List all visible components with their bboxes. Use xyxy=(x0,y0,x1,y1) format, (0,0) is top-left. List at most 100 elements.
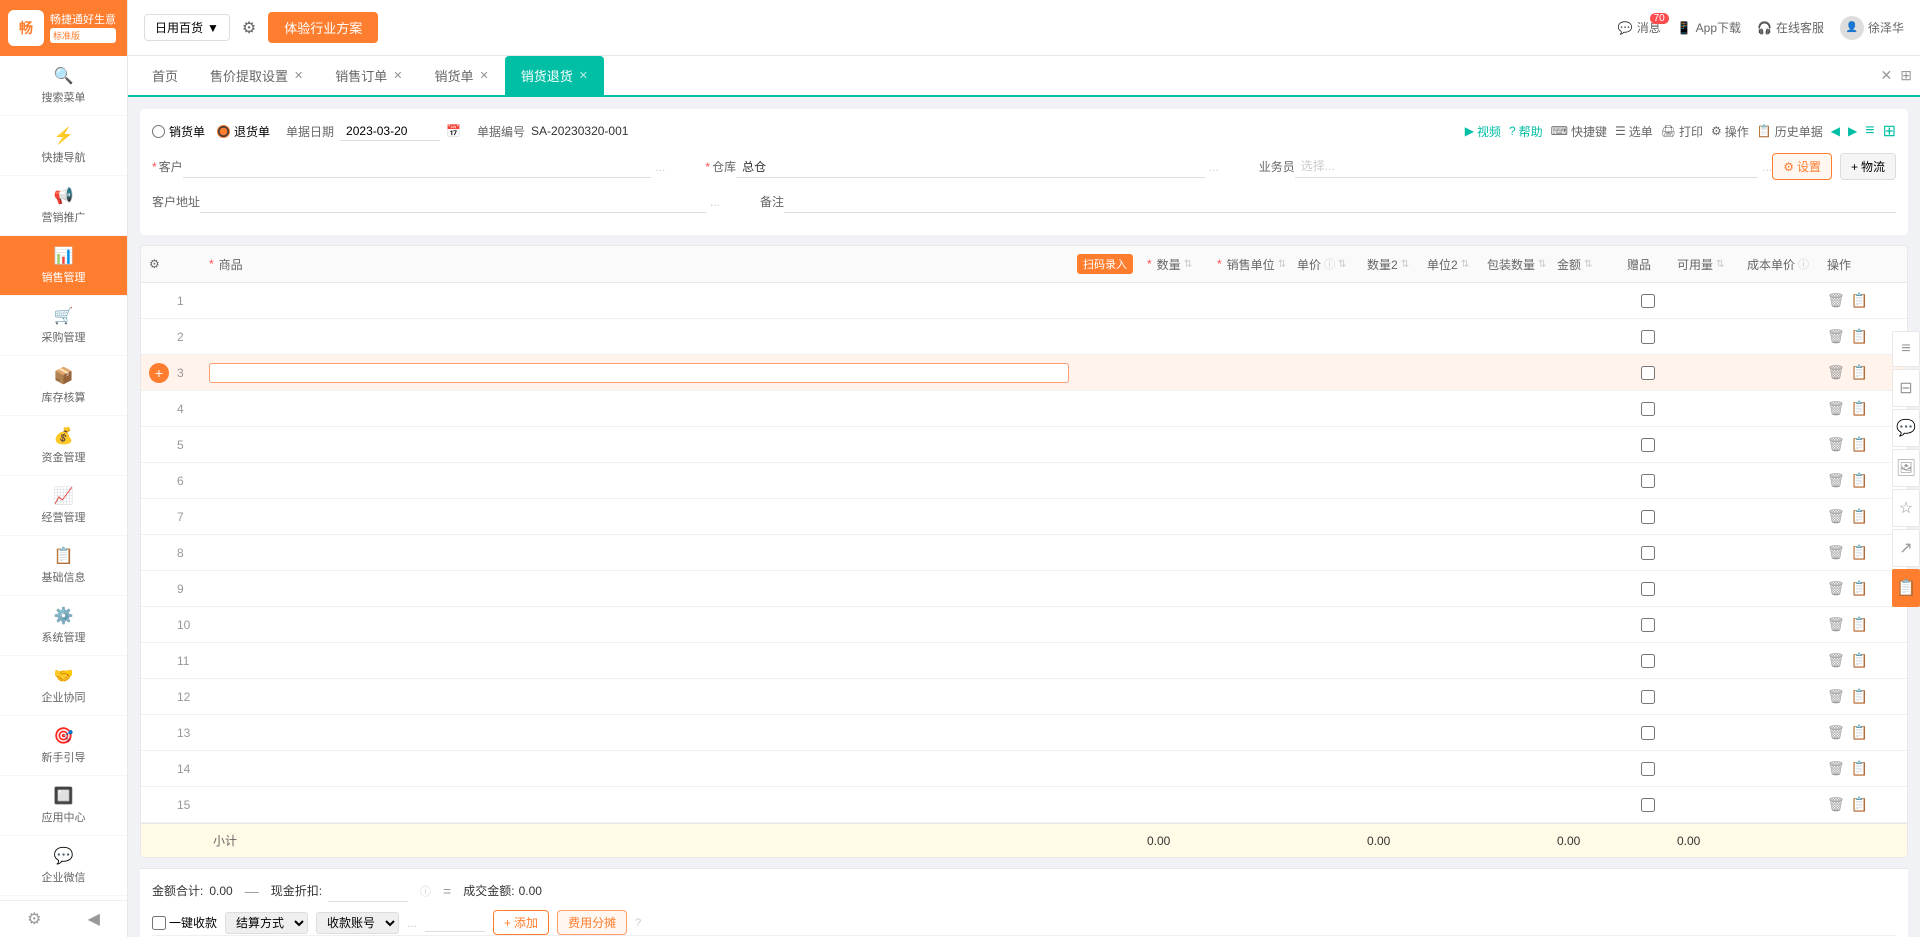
scan-input-btn[interactable]: 扫码录入 xyxy=(1077,254,1133,274)
sidebar-item-purchase[interactable]: 🛒 采购管理 xyxy=(0,296,127,356)
copy-row-1-icon[interactable]: 📋 xyxy=(1851,292,1868,309)
app-download-button[interactable]: 📱 App下载 xyxy=(1677,19,1741,36)
next-record-btn[interactable]: ▶ xyxy=(1848,124,1857,138)
delete-row-7-icon[interactable]: 🗑 xyxy=(1827,508,1845,525)
gift-checkbox-6[interactable] xyxy=(1641,474,1655,488)
shortcut-btn[interactable]: ⌨ 快捷键 xyxy=(1551,123,1607,140)
add-row-btn[interactable]: + xyxy=(149,363,169,383)
copy-row-6-icon[interactable]: 📋 xyxy=(1851,472,1868,489)
copy-row-12-icon[interactable]: 📋 xyxy=(1851,688,1868,705)
copy-row-3-icon[interactable]: 📋 xyxy=(1851,364,1868,381)
sidebar-item-enterprise[interactable]: 🤝 企业协同 xyxy=(0,656,127,716)
select-btn[interactable]: ☰ 选单 xyxy=(1615,123,1653,140)
gift-checkbox-14[interactable] xyxy=(1641,762,1655,776)
copy-row-7-icon[interactable]: 📋 xyxy=(1851,508,1868,525)
delete-row-11-icon[interactable]: 🗑 xyxy=(1827,652,1845,669)
operate-btn[interactable]: ⚙ 操作 xyxy=(1711,123,1749,140)
sidebar-item-shortcut[interactable]: ⚡ 快捷导航 xyxy=(0,116,127,176)
delete-row-8-icon[interactable]: 🗑 xyxy=(1827,544,1845,561)
tab-home[interactable]: 首页 xyxy=(136,56,194,97)
float-btn-4[interactable]: 🖼 xyxy=(1892,449,1920,487)
account-dots-btn[interactable]: ... xyxy=(407,916,417,930)
radio-delivery-input[interactable] xyxy=(152,125,165,138)
gift-checkbox-4[interactable] xyxy=(1641,402,1655,416)
user-profile[interactable]: 👤 徐泽华 xyxy=(1840,16,1904,40)
sidebar-settings-btn[interactable]: ⚙ xyxy=(27,909,41,929)
delete-row-12-icon[interactable]: 🗑 xyxy=(1827,688,1845,705)
float-btn-1[interactable]: ≡ xyxy=(1892,331,1920,367)
warehouse-dots-btn[interactable]: ... xyxy=(1209,160,1219,174)
industry-select[interactable]: 日用百货 ▼ xyxy=(144,14,230,41)
customer-input[interactable] xyxy=(183,155,652,178)
col-header-settings[interactable]: ⚙ xyxy=(145,249,173,279)
radio-delivery[interactable]: 销货单 xyxy=(152,123,205,140)
float-btn-5[interactable]: ☆ xyxy=(1892,489,1920,527)
copy-row-11-icon[interactable]: 📋 xyxy=(1851,652,1868,669)
tab-delivery[interactable]: 销货单 ✕ xyxy=(418,56,504,97)
sidebar-item-basic[interactable]: 📋 基础信息 xyxy=(0,536,127,596)
gift-checkbox-1[interactable] xyxy=(1641,294,1655,308)
sidebar-item-sales[interactable]: 📊 销售管理 xyxy=(0,236,127,296)
date-input[interactable] xyxy=(340,122,440,141)
address-dots-btn[interactable]: ... xyxy=(710,195,720,209)
warehouse-input[interactable] xyxy=(736,155,1205,178)
settle-account-select[interactable]: 收款账号 xyxy=(316,912,399,934)
delete-row-6-icon[interactable]: 🗑 xyxy=(1827,472,1845,489)
sidebar-collapse-btn[interactable]: ◀ xyxy=(88,909,100,929)
experience-button[interactable]: 体验行业方案 xyxy=(268,12,378,43)
message-button[interactable]: 💬 消息 70 xyxy=(1618,19,1661,36)
delete-row-13-icon[interactable]: 🗑 xyxy=(1827,724,1845,741)
float-btn-7[interactable]: 📋 xyxy=(1892,569,1920,607)
copy-row-13-icon[interactable]: 📋 xyxy=(1851,724,1868,741)
gift-checkbox-2[interactable] xyxy=(1641,330,1655,344)
sidebar-item-finance[interactable]: 💰 资金管理 xyxy=(0,416,127,476)
sidebar-item-apps[interactable]: 🔲 应用中心 xyxy=(0,776,127,836)
copy-row-14-icon[interactable]: 📋 xyxy=(1851,760,1868,777)
gift-checkbox-13[interactable] xyxy=(1641,726,1655,740)
tab-sales-return[interactable]: 销货退货 ✕ xyxy=(505,56,604,97)
tab-sales-order[interactable]: 销售订单 ✕ xyxy=(319,56,418,97)
video-btn[interactable]: ▶ 视频 xyxy=(1465,123,1501,140)
sidebar-item-guide[interactable]: 🎯 新手引导 xyxy=(0,716,127,776)
sidebar-item-system[interactable]: ⚙️ 系统管理 xyxy=(0,596,127,656)
tab-close-delivery[interactable]: ✕ xyxy=(480,69,489,82)
gift-checkbox-3[interactable] xyxy=(1641,366,1655,380)
copy-row-5-icon[interactable]: 📋 xyxy=(1851,436,1868,453)
copy-row-2-icon[interactable]: 📋 xyxy=(1851,328,1868,345)
gift-checkbox-15[interactable] xyxy=(1641,798,1655,812)
sidebar-item-marketing[interactable]: 📢 营销推广 xyxy=(0,176,127,236)
goods-input-3[interactable] xyxy=(209,363,1069,383)
remark-input[interactable] xyxy=(784,190,1896,213)
delete-row-1-icon[interactable]: 🗑 xyxy=(1827,292,1845,309)
delete-row-4-icon[interactable]: 🗑 xyxy=(1827,400,1845,417)
copy-row-8-icon[interactable]: 📋 xyxy=(1851,544,1868,561)
history-btn[interactable]: 📋 历史单据 xyxy=(1757,123,1823,140)
gift-checkbox-11[interactable] xyxy=(1641,654,1655,668)
delete-row-15-icon[interactable]: 🗑 xyxy=(1827,796,1845,813)
cash-discount-input[interactable] xyxy=(328,879,408,902)
float-btn-2[interactable]: ⊟ xyxy=(1892,369,1920,407)
sidebar-item-weixin[interactable]: 💬 企业微信 xyxy=(0,836,127,896)
view-toggle-grid[interactable]: ⊞ xyxy=(1883,121,1896,141)
online-service-button[interactable]: 🎧 在线客服 xyxy=(1757,19,1824,36)
close-tab-btn[interactable]: ✕ xyxy=(1881,67,1893,84)
float-btn-3[interactable]: 💬 xyxy=(1892,409,1920,447)
sidebar-item-inventory[interactable]: 📦 库存核算 xyxy=(0,356,127,416)
help-btn[interactable]: ? 帮助 xyxy=(1509,123,1543,140)
tab-close-price-settings[interactable]: ✕ xyxy=(294,69,303,82)
prev-record-btn[interactable]: ◀ xyxy=(1831,124,1840,138)
fee-split-btn[interactable]: 费用分摊 xyxy=(557,910,627,935)
gift-checkbox-12[interactable] xyxy=(1641,690,1655,704)
calc-method-select[interactable]: 结算方式 xyxy=(225,912,308,934)
copy-row-10-icon[interactable]: 📋 xyxy=(1851,616,1868,633)
delete-row-9-icon[interactable]: 🗑 xyxy=(1827,580,1845,597)
one-click-pay-label[interactable]: 一键收款 xyxy=(152,914,217,931)
radio-return-input[interactable] xyxy=(217,125,230,138)
delete-row-14-icon[interactable]: 🗑 xyxy=(1827,760,1845,777)
add-payment-btn[interactable]: + 添加 xyxy=(493,910,549,935)
logistics-btn[interactable]: + 物流 xyxy=(1840,153,1896,180)
copy-row-4-icon[interactable]: 📋 xyxy=(1851,400,1868,417)
one-click-pay-checkbox[interactable] xyxy=(152,916,166,930)
expand-tab-btn[interactable]: ⊞ xyxy=(1900,67,1912,84)
gift-checkbox-9[interactable] xyxy=(1641,582,1655,596)
